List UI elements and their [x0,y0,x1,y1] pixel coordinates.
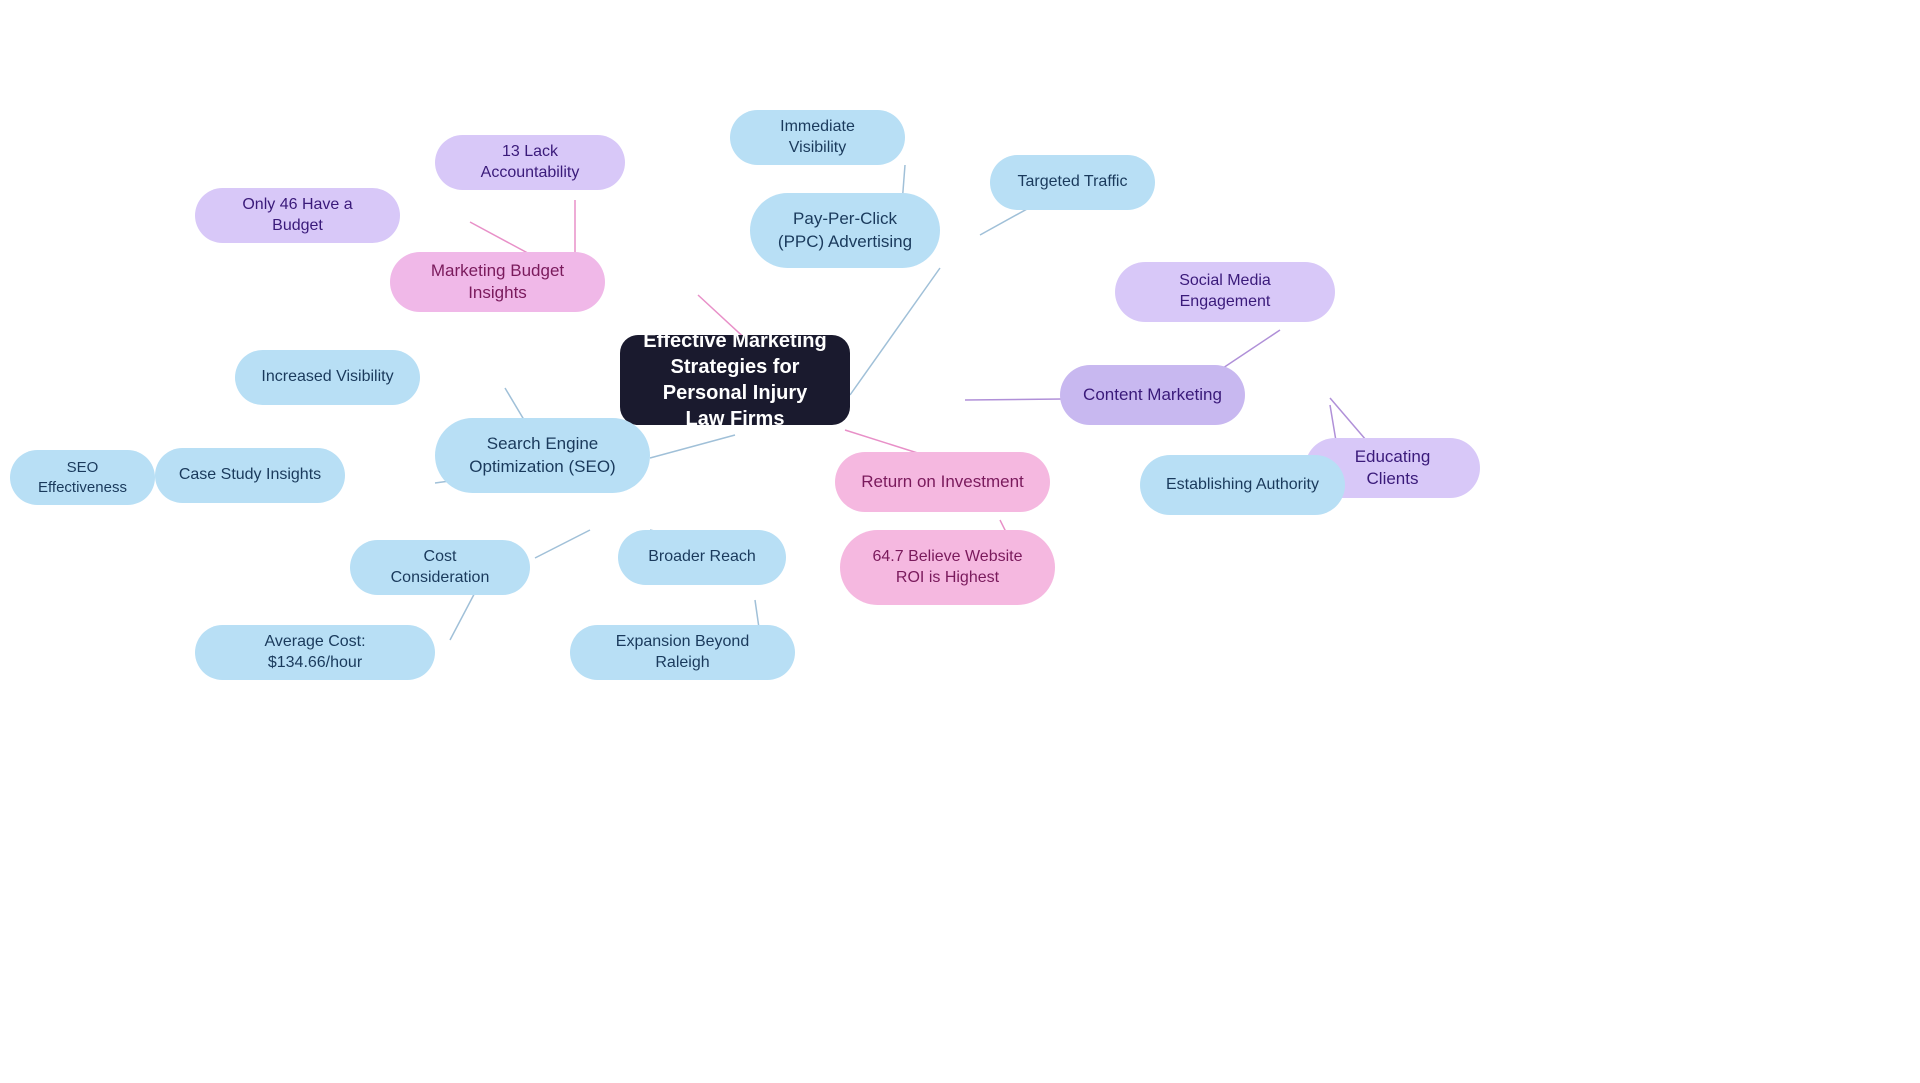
immediate-visibility-node: Immediate Visibility [730,110,905,165]
ppc-node: Pay-Per-Click (PPC) Advertising [750,193,940,268]
expansion-node: Expansion Beyond Raleigh [570,625,795,680]
broader-reach-node: Broader Reach [618,530,786,585]
increased-visibility-node: Increased Visibility [235,350,420,405]
establishing-authority-node: Establishing Authority [1140,455,1345,515]
case-study-node: Case Study Insights [155,448,345,503]
avg-cost-node: Average Cost: $134.66/hour [195,625,435,680]
lack-accountability-node: 13 Lack Accountability [435,135,625,190]
social-media-node: Social Media Engagement [1115,262,1335,322]
seo-effectiveness-node: SEO Effectiveness [10,450,155,505]
seo-node: Search Engine Optimization (SEO) [435,418,650,493]
targeted-traffic-node: Targeted Traffic [990,155,1155,210]
website-roi-node: 64.7 Believe Website ROI is Highest [840,530,1055,605]
content-marketing-node: Content Marketing [1060,365,1245,425]
cost-consideration-node: Cost Consideration [350,540,530,595]
roi-node: Return on Investment [835,452,1050,512]
only-46-node: Only 46 Have a Budget [195,188,400,243]
center-node: Effective Marketing Strategies for Perso… [620,335,850,425]
marketing-budget-node: Marketing Budget Insights [390,252,605,312]
